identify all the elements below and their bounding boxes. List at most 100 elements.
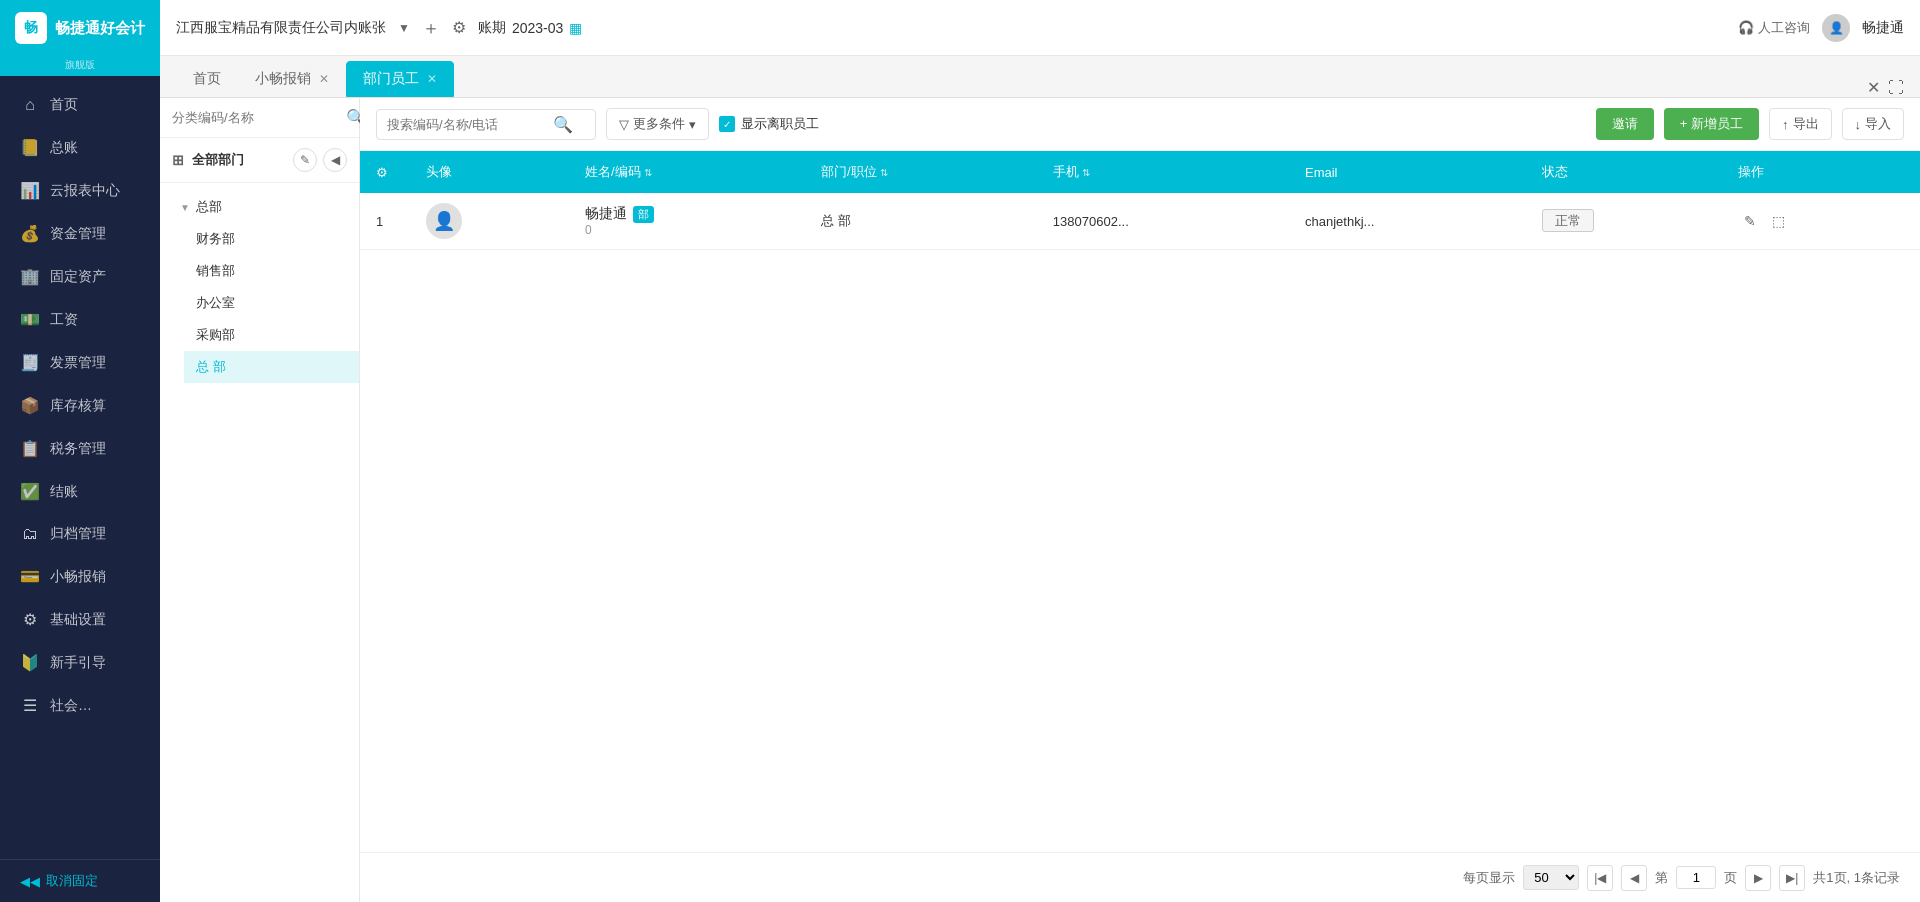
col-phone[interactable]: 手机 ⇅ [1037,151,1289,193]
dept-header: ⊞ 全部部门 ✎ ◀ [160,138,359,183]
tax-icon: 📋 [20,439,40,458]
app-title: 畅捷通好会计 [55,19,145,38]
col-name[interactable]: 姓名/编码 ⇅ [569,151,805,193]
dept-tree: ▼ 总部 财务部 销售部 办公室 采购部 [160,183,359,902]
sidebar-item-settings[interactable]: ⚙ 基础设置 [0,598,160,641]
employee-search-input[interactable] [387,117,547,132]
employee-search-icon[interactable]: 🔍 [553,115,573,134]
assets-icon: 🏢 [20,267,40,286]
sidebar-item-home[interactable]: ⌂ 首页 [0,84,160,126]
next-page-button[interactable]: ▶ [1745,865,1771,891]
logout-employee-button[interactable]: ⬚ [1766,209,1791,233]
filter-label: 更多条件 [633,115,685,133]
per-page-select[interactable]: 50 10 20 100 [1523,865,1579,890]
dept-node-finance[interactable]: 财务部 [184,223,359,255]
tab-expense[interactable]: 小畅报销 ✕ [238,61,346,97]
service-button[interactable]: 🎧 人工咨询 [1738,19,1810,37]
more-filter-button[interactable]: ▽ 更多条件 ▾ [606,108,709,140]
col-settings[interactable]: ⚙ [360,151,410,193]
prev-page-button[interactable]: ◀ [1621,865,1647,891]
company-name[interactable]: 江西服宝精品有限责任公司内账张 [176,19,386,37]
tab-actions: ✕ ⛶ [1859,78,1904,97]
tab-department[interactable]: 部门员工 ✕ [346,61,454,97]
logo-area: 畅 畅捷通好会计 [0,0,160,56]
dept-node-label: 总 部 [196,358,226,376]
dept-node-headquarters[interactable]: ▼ 总部 [160,191,359,223]
calendar-icon[interactable]: ▦ [569,20,582,36]
sidebar-item-label: 小畅报销 [50,568,106,586]
employee-name: 畅捷通 部 [585,205,789,223]
sidebar-item-reports[interactable]: 📊 云报表中心 [0,169,160,212]
dept-node-label: 总部 [196,198,222,216]
tabbar: 首页 小畅报销 ✕ 部门员工 ✕ ✕ ⛶ [160,56,1920,98]
dept-grid-icon: ⊞ [172,152,184,168]
sidebar-item-label: 发票管理 [50,354,106,372]
last-page-button[interactable]: ▶| [1779,865,1805,891]
sidebar-item-label: 工资 [50,311,78,329]
inventory-icon: 📦 [20,396,40,415]
sort-phone-icon: ⇅ [1082,167,1090,178]
dept-collapse-button[interactable]: ◀ [323,148,347,172]
show-resigned-toggle[interactable]: ✓ 显示离职员工 [719,115,819,133]
first-page-button[interactable]: |◀ [1587,865,1613,891]
sidebar-item-invoice[interactable]: 🧾 发票管理 [0,341,160,384]
all-dept-label: 全部部门 [192,151,244,169]
add-employee-button[interactable]: + 新增员工 [1664,108,1759,140]
settings-gear-icon[interactable]: ⚙ [452,18,466,37]
sidebar-item-checkout[interactable]: ✅ 结账 [0,470,160,513]
unpin-button[interactable]: ◀◀ 取消固定 [0,859,160,902]
col-dept-label: 部门/职位 [821,164,877,179]
tab-expense-label: 小畅报销 [255,70,311,88]
dept-search-input[interactable] [172,110,340,125]
sidebar-item-inventory[interactable]: 📦 库存核算 [0,384,160,427]
dept-node-sales[interactable]: 销售部 [184,255,359,287]
sidebar-item-salary[interactable]: 💵 工资 [0,298,160,341]
dept-node-label: 财务部 [196,230,235,248]
invoice-icon: 🧾 [20,353,40,372]
col-dept[interactable]: 部门/职位 ⇅ [805,151,1037,193]
employee-table: ⚙ 头像 姓名/编码 ⇅ 部门/职位 ⇅ 手机 [360,151,1920,250]
home-icon: ⌂ [20,96,40,114]
sidebar-item-guide[interactable]: 🔰 新手引导 [0,641,160,684]
export-button[interactable]: ↑ 导出 [1769,108,1832,140]
dept-node-label: 办公室 [196,294,235,312]
tab-department-close[interactable]: ✕ [427,72,437,86]
invite-button[interactable]: 邀请 [1596,108,1654,140]
sidebar-item-archive[interactable]: 🗂 归档管理 [0,513,160,555]
tab-close-all-icon[interactable]: ✕ [1867,78,1880,97]
sidebar-item-assets[interactable]: 🏢 固定资产 [0,255,160,298]
export-label: 导出 [1793,115,1819,133]
edit-employee-button[interactable]: ✎ [1738,209,1762,233]
add-company-button[interactable]: ＋ [422,16,440,40]
dept-children: 财务部 销售部 办公室 采购部 总 部 [160,223,359,383]
tab-expand-icon[interactable]: ⛶ [1888,79,1904,97]
sidebar-item-more[interactable]: ☰ 社会… [0,684,160,727]
filter-arrow-icon: ▾ [689,117,696,132]
dept-node-purchase[interactable]: 采购部 [184,319,359,351]
funds-icon: 💰 [20,224,40,243]
tab-home[interactable]: 首页 [176,61,238,97]
sidebar-item-tax[interactable]: 📋 税务管理 [0,427,160,470]
dept-edit-button[interactable]: ✎ [293,148,317,172]
sidebar-item-expense[interactable]: 💳 小畅报销 [0,555,160,598]
resigned-checkbox[interactable]: ✓ [719,116,735,132]
table-row: 1 👤 畅捷通 部 0 总 部 138070602... chanjethkj.… [360,193,1920,250]
department-panel: 🔍 ⊞ 全部部门 ✎ ◀ ▼ 总部 财务部 [160,98,360,902]
page-number-input[interactable] [1676,866,1716,889]
company-dropdown-icon[interactable]: ▼ [398,21,410,35]
dept-node-general[interactable]: 总 部 [184,351,359,383]
tab-expense-close[interactable]: ✕ [319,72,329,86]
dept-node-office[interactable]: 办公室 [184,287,359,319]
period-label: 账期 [478,19,506,37]
topbar: 江西服宝精品有限责任公司内账张 ▼ ＋ ⚙ 账期 2023-03 ▦ 🎧 人工咨… [160,0,1920,56]
period-info: 账期 2023-03 ▦ [478,19,582,37]
col-phone-label: 手机 [1053,164,1079,179]
sidebar-item-funds[interactable]: 💰 资金管理 [0,212,160,255]
sidebar-item-label: 资金管理 [50,225,106,243]
dept-node-label: 销售部 [196,262,235,280]
employee-table-container: ⚙ 头像 姓名/编码 ⇅ 部门/职位 ⇅ 手机 [360,151,1920,852]
sidebar-item-ledger[interactable]: 📒 总账 [0,126,160,169]
import-button[interactable]: ↓ 导入 [1842,108,1905,140]
total-records: 共1页, 1条记录 [1813,869,1900,887]
ledger-icon: 📒 [20,138,40,157]
